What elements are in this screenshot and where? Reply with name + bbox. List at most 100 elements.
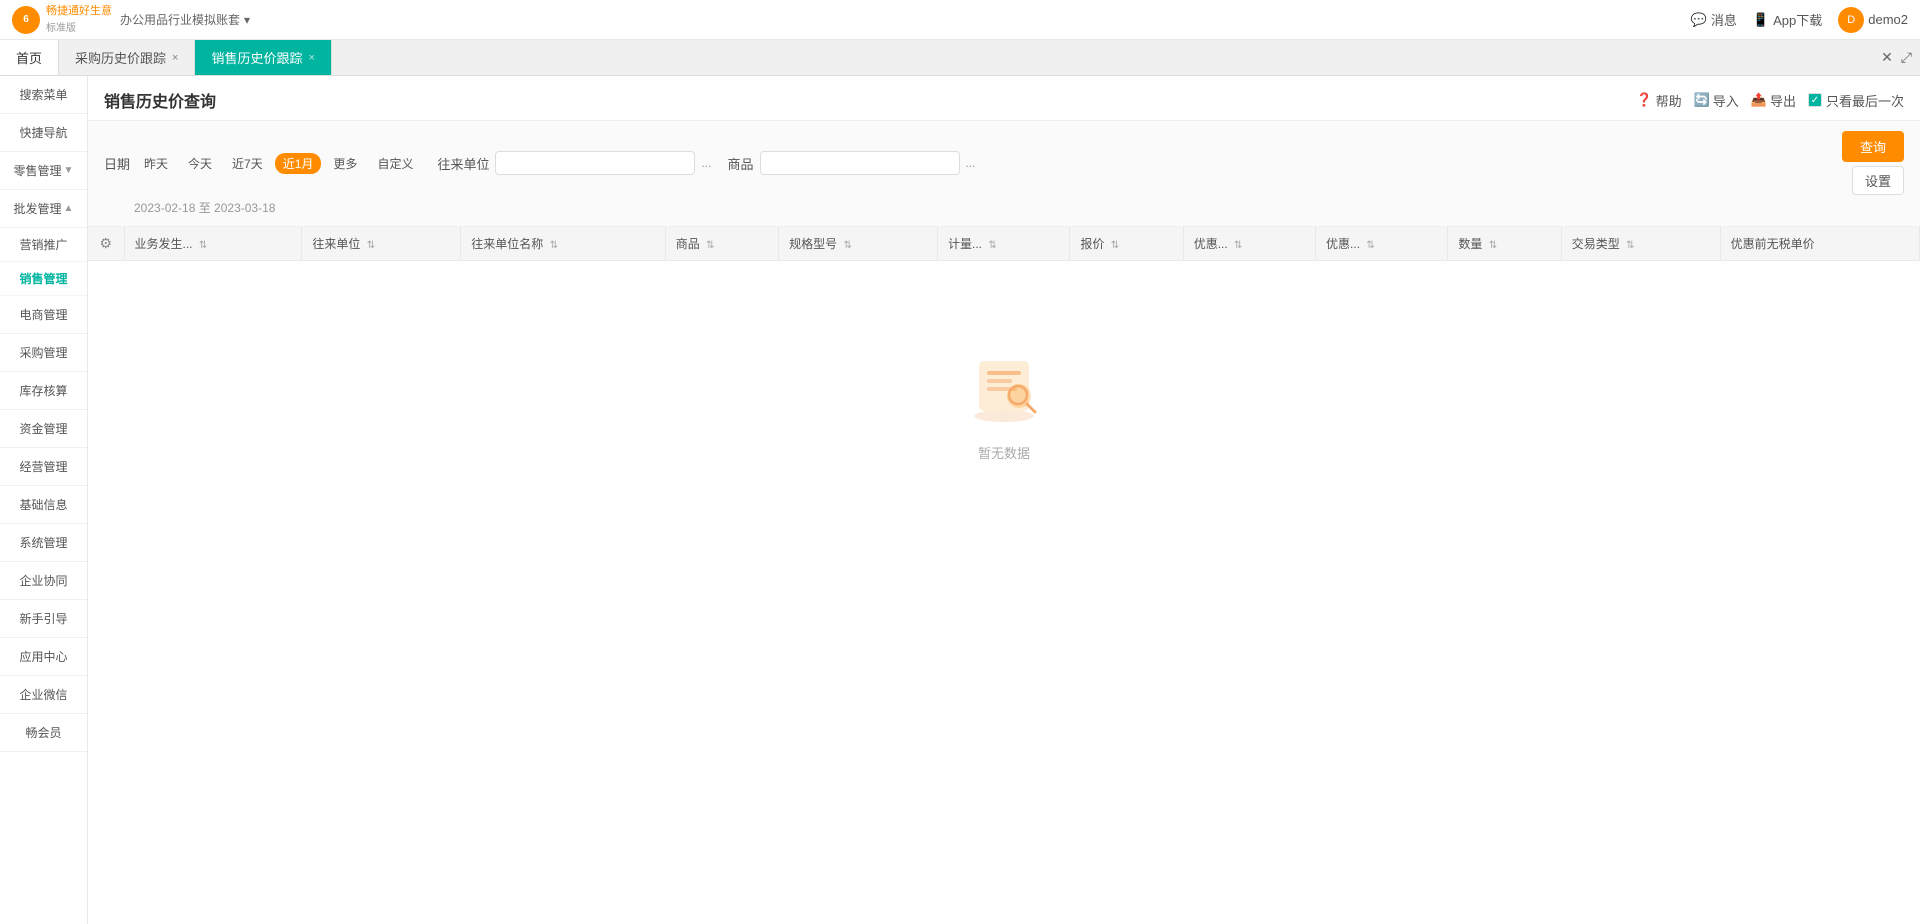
date-filter-group: 日期 昨天 今天 近7天 近1月 更多 自定义 [104,153,421,174]
message-label: 消息 [1711,10,1737,29]
settings-button[interactable]: 设置 [1852,166,1904,195]
sort-icon-spec: ⇅ [843,240,851,251]
counterpart-dots[interactable]: ... [701,156,711,170]
sidebar-item-ecom[interactable]: 电商管理 [0,296,87,334]
th-quantity[interactable]: 数量 ⇅ [1448,227,1561,261]
sidebar-item-guide[interactable]: 新手引导 [0,600,87,638]
sidebar-item-retail[interactable]: 零售管理 ▼ [0,152,87,190]
user-action[interactable]: D demo2 [1838,7,1908,33]
sidebar-item-enterprise[interactable]: 企业协同 [0,562,87,600]
sidebar-item-finance[interactable]: 资金管理 [0,410,87,448]
sidebar-item-member[interactable]: 畅会员 [0,714,87,752]
sales-mgmt-label: 销售管理 [19,272,67,286]
sidebar-item-sales-mgmt[interactable]: 销售管理 [0,262,87,296]
sort-icon-counterpart-name: ⇅ [550,240,558,251]
counterpart-label: 往来单位 [437,154,489,173]
import-action[interactable]: 🔄 导入 [1694,91,1739,110]
sidebar-item-purchase[interactable]: 采购管理 [0,334,87,372]
wholesale-label: 批发管理 [14,200,62,217]
help-action[interactable]: ❓ 帮助 [1636,91,1681,110]
help-label: 帮助 [1656,91,1682,110]
date-pills: 昨天 今天 近7天 近1月 更多 自定义 [136,153,421,174]
filter-action-area: 查询 设置 [1842,131,1904,195]
template-label: 办公用品行业模拟账套 [120,11,240,28]
close-all-tabs-icon[interactable]: ✕ [1881,49,1893,66]
th-spec[interactable]: 规格型号 ⇅ [779,227,938,261]
query-button[interactable]: 查询 [1842,131,1904,162]
tabbar-actions: ✕ ⤢ [1873,40,1920,75]
counterpart-input[interactable] [495,151,695,175]
topbar: 6 畅捷通好生意 标准版 办公用品行业模拟账套 ▾ 💬 消息 📱 App下载 D… [0,0,1920,40]
product-input[interactable] [760,151,960,175]
empty-illustration [959,341,1049,431]
topbar-right: 💬 消息 📱 App下载 D demo2 [1691,7,1908,33]
sidebar-item-inventory[interactable]: 库存核算 [0,372,87,410]
th-discount1[interactable]: 优惠... ⇅ [1183,227,1315,261]
th-counterpart-code[interactable]: 往来单位 ⇅ [302,227,461,261]
expand-icon[interactable]: ⤢ [1901,49,1912,66]
app-download-action[interactable]: 📱 App下载 [1753,10,1822,29]
tab-sales-history-close[interactable]: × [308,52,314,64]
sidebar-item-marketing[interactable]: 营销推广 [0,228,87,262]
sidebar-item-operations[interactable]: 经营管理 [0,448,87,486]
sidebar-item-wholesale[interactable]: 批发管理 ▲ [0,190,87,228]
date-pill-1month[interactable]: 近1月 [275,153,322,174]
date-pill-yesterday[interactable]: 昨天 [136,153,176,174]
table-head: ⚙ 业务发生... ⇅ 往来单位 ⇅ 往来单位名称 ⇅ [88,227,1920,261]
sort-icon-quote: ⇅ [1111,240,1119,251]
tab-home[interactable]: 首页 [0,40,59,75]
th-trade-type[interactable]: 交易类型 ⇅ [1561,227,1720,261]
product-filter-group: 商品 ... [727,151,975,175]
product-dots[interactable]: ... [966,156,976,170]
th-quote[interactable]: 报价 ⇅ [1070,227,1183,261]
date-pill-custom[interactable]: 自定义 [369,153,421,174]
tab-purchase-history-close[interactable]: × [172,52,178,64]
help-icon: ❓ [1636,92,1652,108]
sort-icon-discount1: ⇅ [1234,240,1242,251]
search-menu-label: 搜索菜单 [19,86,67,103]
message-action[interactable]: 💬 消息 [1691,10,1737,29]
date-pill-7days[interactable]: 近7天 [224,153,271,174]
th-discount2[interactable]: 优惠... ⇅ [1316,227,1448,261]
import-icon: 🔄 [1694,92,1710,108]
logo-sub: 标准版 [46,19,112,34]
topbar-left: 6 畅捷通好生意 标准版 办公用品行业模拟账套 ▾ [12,5,250,33]
date-pill-more[interactable]: 更多 [325,153,365,174]
sort-icon-trade-type: ⇅ [1626,240,1634,251]
export-action[interactable]: 📤 导出 [1751,91,1796,110]
export-icon: 📤 [1751,92,1767,108]
page-actions: ❓ 帮助 🔄 导入 📤 导出 ✓ 只看最后一次 [1636,91,1904,110]
settings-gear-icon[interactable]: ⚙ [99,235,112,251]
last-only-checkbox[interactable]: ✓ 只看最后一次 [1808,91,1904,110]
logo-area: 6 畅捷通好生意 标准版 [12,5,112,33]
export-label: 导出 [1770,91,1796,110]
template-select[interactable]: 办公用品行业模拟账套 ▾ [120,11,250,28]
th-counterpart-name[interactable]: 往来单位名称 ⇅ [461,227,665,261]
purchase-label: 采购管理 [19,344,67,361]
app-download-label: App下载 [1773,10,1822,29]
template-dropdown-icon: ▾ [244,13,250,27]
th-pre-tax-price[interactable]: 优惠前无税单价 [1720,227,1919,261]
date-pill-today[interactable]: 今天 [180,153,220,174]
th-unit[interactable]: 计量... ⇅ [937,227,1069,261]
retail-label: 零售管理 [14,162,62,179]
finance-label: 资金管理 [19,420,67,437]
tab-sales-history[interactable]: 销售历史价跟踪 × [195,40,331,75]
main-layout: 搜索菜单 快捷导航 零售管理 ▼ 批发管理 ▲ 营销推广 销售管理 电商管理 采… [0,76,1920,924]
tab-home-label: 首页 [16,48,42,67]
date-range-display: 2023-02-18 至 2023-03-18 [104,199,1904,216]
th-biz-date[interactable]: 业务发生... ⇅ [124,227,302,261]
product-label: 商品 [727,154,753,173]
sidebar-item-basic-info[interactable]: 基础信息 [0,486,87,524]
tab-purchase-history[interactable]: 采购历史价跟踪 × [59,40,195,75]
sidebar-item-system[interactable]: 系统管理 [0,524,87,562]
sidebar-item-quick-nav[interactable]: 快捷导航 [0,114,87,152]
sidebar-item-app-center[interactable]: 应用中心 [0,638,87,676]
th-settings[interactable]: ⚙ [88,227,124,261]
filter-bar: 日期 昨天 今天 近7天 近1月 更多 自定义 往来单位 ... [88,121,1920,227]
sidebar-item-search-menu[interactable]: 搜索菜单 [0,76,87,114]
enterprise-wechat-label: 企业微信 [19,686,67,703]
th-product[interactable]: 商品 ⇅ [665,227,778,261]
sort-icon-counterpart-code: ⇅ [367,240,375,251]
sidebar-item-enterprise-wechat[interactable]: 企业微信 [0,676,87,714]
